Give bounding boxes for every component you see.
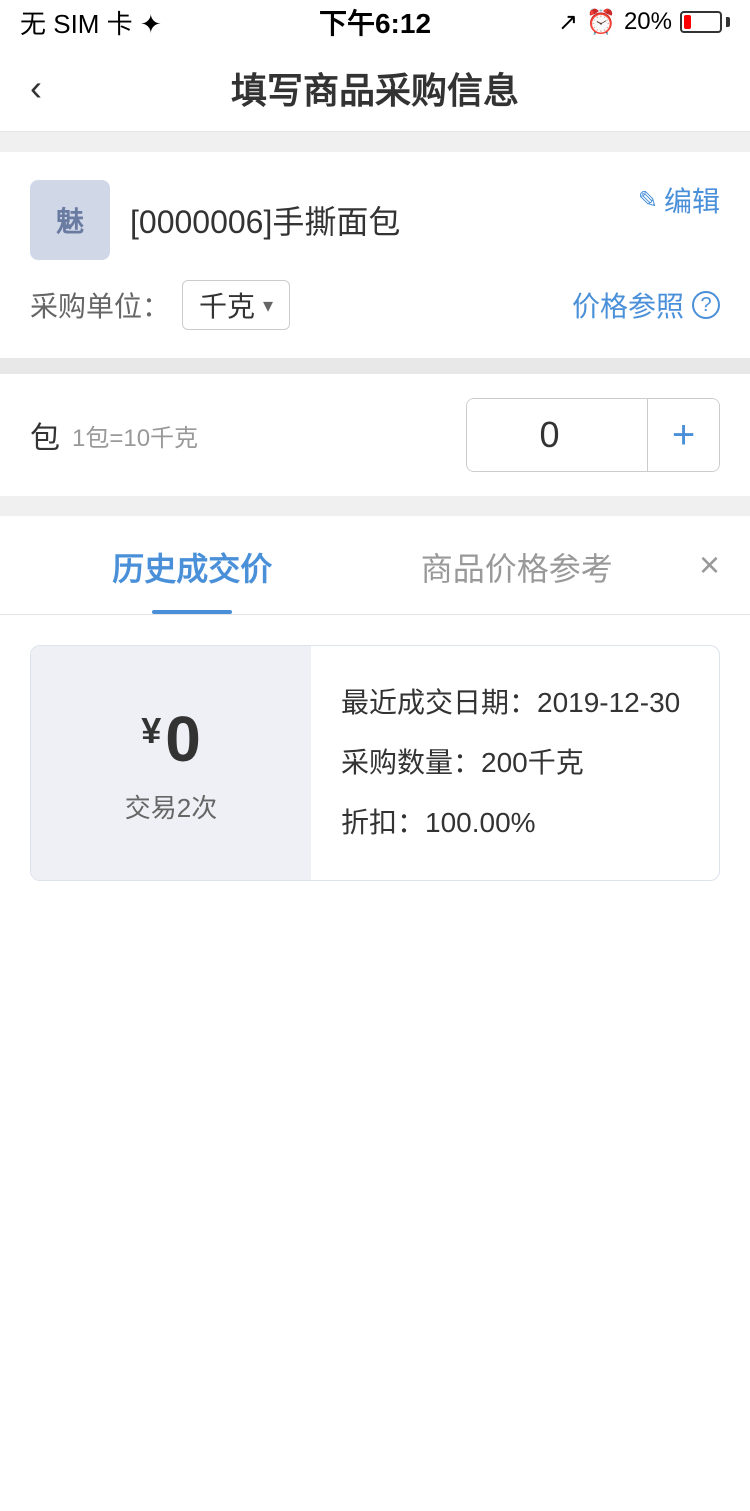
status-time: 下午6:12 — [319, 2, 431, 42]
tab-close-button[interactable]: × — [679, 524, 720, 606]
status-bar: 无 SIM 卡 ✦ 下午6:12 ↗ ⏰ 20% — [0, 0, 750, 44]
info-icon: ? — [692, 291, 720, 319]
tabs-header: 历史成交价 商品价格参考 × — [0, 516, 750, 615]
price-ref-label: 价格参照 — [572, 285, 684, 325]
price-section: ¥ 0 交易2次 最近成交日期：2019-12-30 采购数量：200千克 折扣… — [0, 615, 750, 911]
unit-row: 采购单位： 千克 ▾ — [30, 280, 290, 330]
package-label: 包 — [30, 413, 60, 457]
section-divider — [0, 358, 750, 374]
package-unit: 1包=10千克 — [72, 418, 198, 453]
edit-label: 编辑 — [664, 180, 720, 220]
quantity-row: 包 1包=10千克 + — [0, 374, 750, 496]
tabs-section: 历史成交价 商品价格参考 × ¥ 0 交易2次 最近成交日期：2019-12-3… — [0, 516, 750, 911]
currency-symbol: ¥ — [141, 710, 161, 752]
qty-label: 包 1包=10千克 — [30, 413, 198, 457]
status-right: ↗ ⏰ 20% — [558, 8, 730, 37]
price-left-panel: ¥ 0 交易2次 — [31, 646, 311, 880]
page-title: 填写商品采购信息 — [231, 62, 519, 114]
alarm-icon: ⏰ — [586, 8, 616, 37]
bottom-area — [0, 911, 750, 1511]
price-right-panel: 最近成交日期：2019-12-30 采购数量：200千克 折扣：100.00% — [311, 646, 719, 880]
unit-value: 千克 — [199, 285, 255, 325]
sim-label: 无 SIM 卡 ✦ — [20, 4, 162, 41]
price-card: ¥ 0 交易2次 最近成交日期：2019-12-30 采购数量：200千克 折扣… — [30, 645, 720, 881]
chevron-down-icon: ▾ — [263, 293, 273, 318]
status-left: 无 SIM 卡 ✦ — [20, 4, 162, 41]
quantity-control: + — [466, 398, 720, 472]
price-ref-button[interactable]: 价格参照 ? — [572, 285, 720, 325]
tab-product-price-ref[interactable]: 商品价格参考 — [354, 516, 678, 614]
product-name: [0000006]手撕面包 — [130, 197, 400, 243]
price-trades: 交易2次 — [125, 788, 217, 825]
price-detail-date: 最近成交日期：2019-12-30 — [341, 682, 689, 724]
battery-indicator — [680, 11, 730, 33]
quantity-input[interactable] — [467, 399, 647, 471]
product-left: 魅 [0000006]手撕面包 — [30, 180, 400, 260]
unit-select[interactable]: 千克 ▾ — [182, 280, 290, 330]
location-icon: ↗ — [558, 8, 578, 37]
thumb-icon: 魅 — [56, 200, 84, 240]
price-number: 0 — [165, 702, 201, 776]
price-value: ¥ 0 — [141, 702, 201, 776]
product-card: 魅 [0000006]手撕面包 ✎ 编辑 采购单位： 千克 ▾ 价格参照 ? — [0, 152, 750, 358]
battery-percent: 20% — [624, 8, 672, 36]
edit-button[interactable]: ✎ 编辑 — [638, 180, 720, 220]
edit-icon: ✎ — [638, 186, 658, 215]
tab-history-price[interactable]: 历史成交价 — [30, 516, 354, 614]
quantity-plus-button[interactable]: + — [647, 399, 719, 471]
price-detail-quantity: 采购数量：200千克 — [341, 742, 689, 784]
product-thumbnail: 魅 — [30, 180, 110, 260]
unit-label: 采购单位： — [30, 285, 170, 325]
page-header: ‹ 填写商品采购信息 — [0, 44, 750, 132]
back-button[interactable]: ‹ — [30, 67, 62, 109]
price-detail-discount: 折扣：100.00% — [341, 802, 689, 844]
